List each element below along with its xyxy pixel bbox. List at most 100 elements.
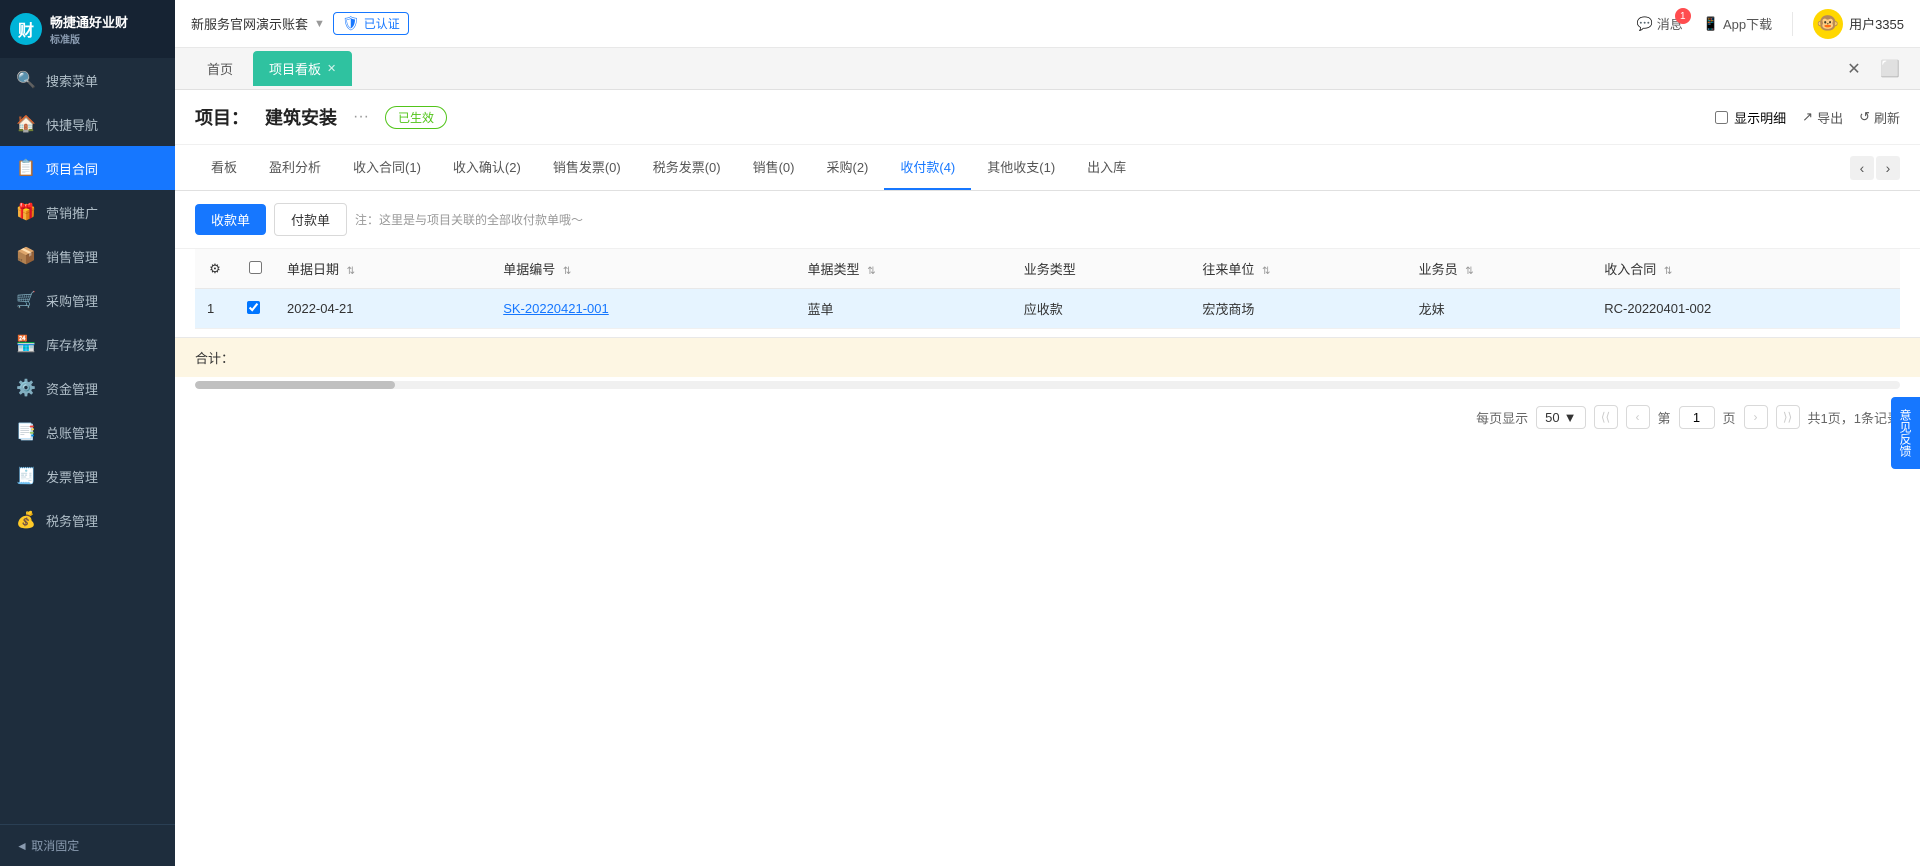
sub-tab-income-confirm[interactable]: 收入确认(2) [437, 145, 537, 190]
sub-tab-payment-label: 收付款(4) [900, 160, 955, 175]
project-label-prefix: 项目： [195, 104, 249, 130]
refresh-button[interactable]: ↺ 刷新 [1859, 108, 1900, 127]
feedback-button[interactable]: 意见反馈 [1891, 397, 1920, 469]
sub-tab-sales-invoice[interactable]: 销售发票(0) [537, 145, 637, 190]
sidebar-item-label: 税务管理 [46, 511, 98, 530]
pagination-last-btn[interactable]: ⟩⟩ [1776, 405, 1800, 429]
tab-controls: ✕ ⬜ [1840, 55, 1904, 83]
sidebar-item-ledger[interactable]: 📑 总账管理 [0, 410, 175, 454]
sidebar: 财 畅捷通好业财 标准版 🔍 搜索菜单 🏠 快捷导航 📋 项目合同 🎁 营销推广… [0, 0, 175, 866]
tab-maximize-btn[interactable]: ⬜ [1876, 55, 1904, 83]
sidebar-item-inventory[interactable]: 🏪 库存核算 [0, 322, 175, 366]
sub-tab-sales[interactable]: 销售(0) [737, 145, 811, 190]
th-income-contract[interactable]: 收入合同 ⇅ [1592, 249, 1900, 289]
th-partner[interactable]: 往来单位 ⇅ [1190, 249, 1406, 289]
sub-tab-income-confirm-label: 收入确认(2) [453, 160, 521, 175]
th-date[interactable]: 单据日期 ⇅ [275, 249, 491, 289]
sidebar-item-purchase[interactable]: 🛒 采购管理 [0, 278, 175, 322]
export-label: 导出 [1817, 108, 1843, 127]
th-type[interactable]: 单据类型 ⇅ [796, 249, 1012, 289]
purchase-icon: 🛒 [16, 290, 36, 310]
filter-note: 注：这里是与项目关联的全部收付款单哦～ [355, 211, 583, 228]
refresh-icon: ↺ [1859, 109, 1870, 125]
project-title: 建筑安装 [265, 104, 337, 130]
sidebar-item-search[interactable]: 🔍 搜索菜单 [0, 58, 175, 102]
tab-close-icon[interactable]: ✕ [327, 62, 336, 75]
topbar-user[interactable]: 🐵 用户3355 [1813, 9, 1904, 39]
sidebar-item-label: 项目合同 [46, 159, 98, 178]
search-icon: 🔍 [16, 70, 36, 90]
app-download-button[interactable]: 📱 App下载 [1703, 14, 1772, 33]
tabs-bar: 首页 项目看板 ✕ ✕ ⬜ [175, 48, 1920, 90]
select-all-checkbox[interactable] [249, 261, 262, 274]
th-code[interactable]: 单据编号 ⇅ [491, 249, 795, 289]
sub-tab-payment[interactable]: 收付款(4) [884, 145, 971, 190]
scroll-track[interactable] [195, 381, 1900, 389]
pagination-next-btn[interactable]: › [1744, 405, 1768, 429]
table-footer: 合计： [175, 337, 1920, 377]
sub-tab-purchase-label: 采购(2) [826, 160, 868, 175]
th-salesperson[interactable]: 业务员 ⇅ [1407, 249, 1593, 289]
sort-icon: ⇅ [1664, 266, 1672, 277]
sidebar-unpin-button[interactable]: ◄ 取消固定 [0, 824, 175, 866]
sidebar-item-finance[interactable]: ⚙️ 资金管理 [0, 366, 175, 410]
show-detail-checkbox[interactable]: 显示明细 [1715, 108, 1786, 127]
sub-tab-other-income[interactable]: 其他收支(1) [971, 145, 1071, 190]
sub-tab-kanban[interactable]: 看板 [195, 145, 253, 190]
tab-close-btn[interactable]: ✕ [1840, 55, 1868, 83]
sub-tab-purchase[interactable]: 采购(2) [810, 145, 884, 190]
sort-icon: ⇅ [563, 266, 571, 277]
th-gear[interactable]: ⚙ [195, 249, 235, 289]
sub-tabs-nav: ‹ › [1850, 156, 1900, 180]
sub-tab-sales-label: 销售(0) [753, 160, 795, 175]
data-table: ⚙ 单据日期 ⇅ 单据编号 ⇅ [195, 249, 1900, 329]
messages-button[interactable]: 💬 消息 1 [1637, 14, 1683, 33]
document-link[interactable]: SK-20220421-001 [503, 301, 609, 316]
td-index: 1 [195, 289, 235, 329]
row-checkbox[interactable] [247, 301, 260, 314]
payment-btn[interactable]: 付款单 [274, 203, 347, 236]
project-more-icon[interactable]: ··· [353, 108, 369, 126]
tab-project-board[interactable]: 项目看板 ✕ [253, 51, 352, 86]
sub-tabs-next-btn[interactable]: › [1876, 156, 1900, 180]
sidebar-logo: 财 畅捷通好业财 标准版 [0, 0, 175, 58]
page-number-input[interactable] [1679, 406, 1715, 429]
td-code[interactable]: SK-20220421-001 [491, 289, 795, 329]
sub-tab-income-contract[interactable]: 收入合同(1) [337, 145, 437, 190]
sidebar-item-marketing[interactable]: 🎁 营销推广 [0, 190, 175, 234]
topbar: 新服务官网演示账套 ▼ 🛡 已认证 💬 消息 1 📱 App下载 🐵 用户335… [175, 0, 1920, 48]
td-checkbox[interactable] [235, 289, 275, 329]
sub-tabs-prev-btn[interactable]: ‹ [1850, 156, 1874, 180]
th-checkbox[interactable] [235, 249, 275, 289]
sidebar-item-invoice[interactable]: 🧾 发票管理 [0, 454, 175, 498]
sub-tab-tax-invoice[interactable]: 税务发票(0) [637, 145, 737, 190]
tab-home[interactable]: 首页 [191, 51, 249, 86]
page-label-post: 页 [1723, 408, 1736, 427]
sub-tab-income-contract-label: 收入合同(1) [353, 160, 421, 175]
pagination-first-btn[interactable]: ⟨⟨ [1594, 405, 1618, 429]
sub-tab-profit[interactable]: 盈利分析 [253, 145, 337, 190]
receipt-btn[interactable]: 收款单 [195, 204, 266, 235]
sidebar-item-project[interactable]: 📋 项目合同 [0, 146, 175, 190]
per-page-select[interactable]: 50 ▼ [1536, 406, 1585, 429]
sidebar-item-sales[interactable]: 📦 销售管理 [0, 234, 175, 278]
account-name: 新服务官网演示账套 [191, 14, 308, 33]
td-income-contract: RC-20220401-002 [1592, 289, 1900, 329]
sidebar-item-tax[interactable]: 💰 税务管理 [0, 498, 175, 542]
topbar-account[interactable]: 新服务官网演示账套 ▼ [191, 14, 325, 33]
sidebar-item-shortcut[interactable]: 🏠 快捷导航 [0, 102, 175, 146]
scroll-thumb[interactable] [195, 381, 395, 389]
sales-icon: 📦 [16, 246, 36, 266]
show-detail-input[interactable] [1715, 111, 1728, 124]
page-content: 项目： 建筑安装 ··· 已生效 显示明细 ↗ 导出 ↺ 刷新 [175, 90, 1920, 866]
sidebar-bottom-label: ◄ 取消固定 [16, 837, 79, 854]
project-actions: 显示明细 ↗ 导出 ↺ 刷新 [1715, 108, 1900, 127]
table-header-row: ⚙ 单据日期 ⇅ 单据编号 ⇅ [195, 249, 1900, 289]
sub-tab-inout[interactable]: 出入库 [1071, 145, 1142, 190]
per-page-value: 50 [1545, 410, 1559, 425]
pagination-prev-btn[interactable]: ‹ [1626, 405, 1650, 429]
export-button[interactable]: ↗ 导出 [1802, 108, 1843, 127]
filter-bar: 收款单 付款单 注：这里是与项目关联的全部收付款单哦～ [175, 191, 1920, 249]
table-container: ⚙ 单据日期 ⇅ 单据编号 ⇅ [175, 249, 1920, 329]
avatar: 🐵 [1813, 9, 1843, 39]
